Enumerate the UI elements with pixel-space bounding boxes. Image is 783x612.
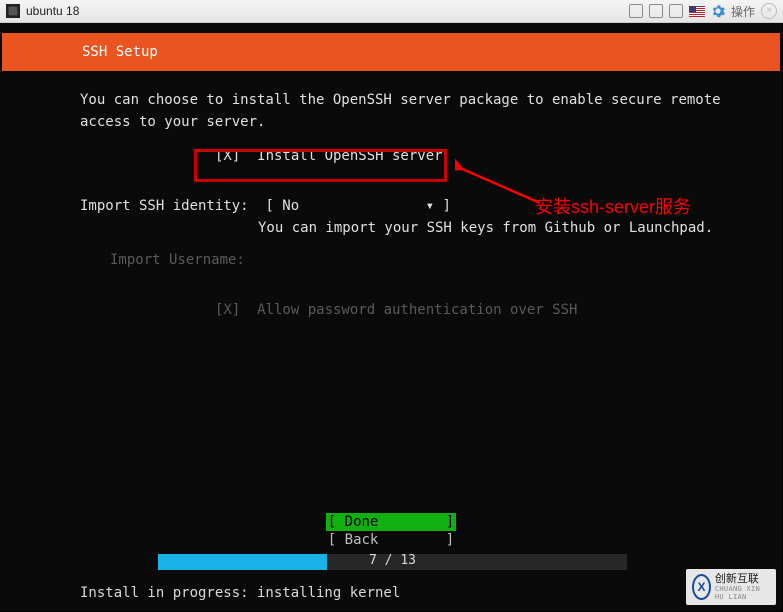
close-icon[interactable]: × <box>761 3 777 19</box>
back-button[interactable]: [ Back ] <box>328 531 454 549</box>
window-icon[interactable] <box>649 4 663 18</box>
ubuntu-icon <box>6 4 20 18</box>
vm-title: ubuntu 18 <box>26 4 79 18</box>
vm-titlebar: ubuntu 18 操作 × <box>0 0 783 23</box>
description-line: You can choose to install the OpenSSH se… <box>80 89 702 111</box>
import-identity-select[interactable]: [ No ▾ ] <box>265 198 450 214</box>
import-identity-label: Import SSH identity: <box>80 198 249 214</box>
import-username-label: Import Username: <box>80 249 702 271</box>
install-progress-label: 7 / 13 <box>158 553 627 568</box>
import-hint: You can import your SSH keys from Github… <box>80 217 702 239</box>
allow-password-checkbox[interactable]: [X] Allow password authentication over S… <box>80 299 702 321</box>
watermark-subtext: CHUANG XIN HU LIAN <box>715 585 770 601</box>
install-status-text: Install in progress: installing kernel <box>80 585 400 601</box>
watermark-badge: X 创新互联 CHUANG XIN HU LIAN <box>686 569 776 605</box>
us-flag-icon[interactable] <box>689 6 705 17</box>
done-button[interactable]: [ Done ] <box>326 513 456 531</box>
window-icon[interactable] <box>669 4 683 18</box>
watermark-text-wrap: 创新互联 CHUANG XIN HU LIAN <box>715 573 770 601</box>
page-title: SSH Setup <box>82 44 158 60</box>
watermark-text: 创新互联 <box>715 573 770 585</box>
installer-footer-buttons: [ Done ] [ Back ] <box>0 513 782 549</box>
annotation-text: 安装ssh-server服务 <box>535 193 691 219</box>
ubuntu-installer: SSH Setup You can choose to install the … <box>0 23 782 611</box>
gear-icon[interactable] <box>711 4 725 18</box>
description-line: access to your server. <box>80 111 702 133</box>
vm-display: SSH Setup You can choose to install the … <box>0 23 783 612</box>
titlebar-right-controls: 操作 × <box>629 3 777 20</box>
watermark-logo-icon: X <box>692 574 711 600</box>
annotation-highlight-box <box>194 149 447 182</box>
window-icon[interactable] <box>629 4 643 18</box>
installer-header: SSH Setup <box>2 33 780 71</box>
install-progress-bar: 7 / 13 <box>158 554 627 570</box>
operations-label[interactable]: 操作 <box>731 3 755 20</box>
